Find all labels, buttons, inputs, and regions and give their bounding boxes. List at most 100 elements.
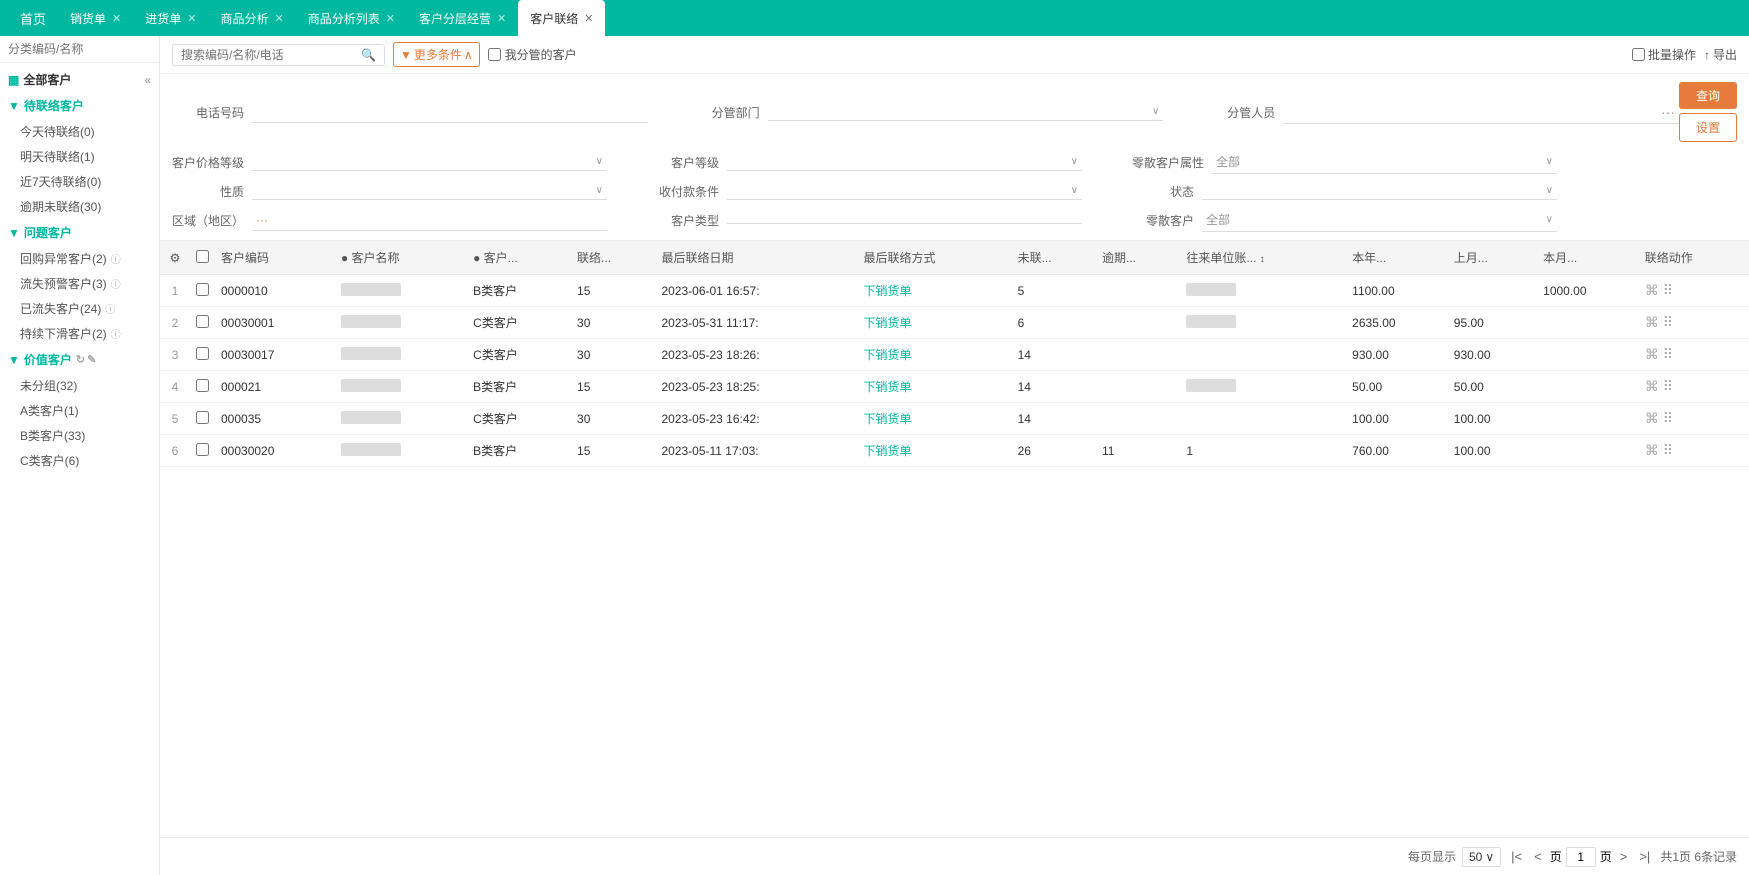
prev-page-button[interactable]: < [1530, 847, 1546, 866]
cust-grade-select[interactable]: ∨ [727, 153, 1082, 171]
phone-input[interactable] [252, 102, 648, 123]
row-checkbox-cell [190, 403, 215, 435]
sidebar-item-7days[interactable]: 近7天待联络(0) [0, 169, 159, 194]
row-last-method-link[interactable]: 下销货单 [863, 412, 911, 426]
my-customers-checkbox[interactable] [488, 48, 501, 61]
row-contact-icon[interactable]: ⌘ [1645, 282, 1659, 299]
row-more-icon[interactable]: ⠿ [1663, 378, 1673, 395]
nav-home[interactable]: 首页 [8, 0, 58, 36]
row-contact-icon[interactable]: ⌘ [1645, 314, 1659, 331]
sidebar-group-problem[interactable]: ▼ 问题客户 [0, 219, 159, 246]
row-checkbox[interactable] [196, 315, 209, 328]
search-icon[interactable]: 🔍 [361, 48, 376, 62]
row-overdue [1096, 371, 1180, 403]
row-checkbox[interactable] [196, 347, 209, 360]
close-tab-3-icon[interactable]: ✕ [386, 12, 395, 25]
sidebar-search-box: 🔍 [0, 36, 159, 63]
row-more-icon[interactable]: ⠿ [1663, 346, 1673, 363]
sidebar-item-declining[interactable]: 持续下滑客户(2) ⓘ [0, 321, 159, 346]
nav-tab-5[interactable]: 客户联络 ✕ [518, 0, 605, 36]
row-contact-icon[interactable]: ⌘ [1645, 346, 1659, 363]
row-more-icon[interactable]: ⠿ [1663, 410, 1673, 427]
sidebar-item-b-class[interactable]: B类客户(33) [0, 423, 159, 448]
nav-tab-0[interactable]: 销货单 ✕ [58, 0, 133, 36]
sidebar-item-ungrouped[interactable]: 未分组(32) [0, 373, 159, 398]
row-name [335, 275, 467, 307]
status-select[interactable]: ∨ [1202, 182, 1557, 200]
batch-checkbox[interactable] [1632, 48, 1645, 61]
sidebar-item-tomorrow[interactable]: 明天待联络(1) [0, 144, 159, 169]
sidebar-group-pending[interactable]: ▼ 待联络客户 [0, 92, 159, 119]
cust-type-select[interactable] [727, 217, 1082, 224]
row-more-icon[interactable]: ⠿ [1663, 282, 1673, 299]
sidebar-item-overdue[interactable]: 逾期未联络(30) [0, 194, 159, 219]
row-checkbox-cell [190, 435, 215, 467]
row-account [1180, 307, 1346, 339]
row-checkbox[interactable] [196, 411, 209, 424]
row-checkbox[interactable] [196, 283, 209, 296]
price-grade-label: 客户价格等级 [172, 154, 252, 171]
select-all-checkbox[interactable] [196, 250, 209, 263]
row-more-icon[interactable]: ⠿ [1663, 314, 1673, 331]
col-settings-icon[interactable]: ⚙ [160, 241, 190, 275]
retail-select[interactable]: 全部 ∨ [1202, 208, 1557, 232]
sidebar-item-churn-warning[interactable]: 流失预警客户(3) ⓘ [0, 271, 159, 296]
edit-icon[interactable]: ✎ [87, 353, 96, 366]
row-last-method-link[interactable]: 下销货单 [863, 380, 911, 394]
sidebar-item-churned[interactable]: 已流失客户(24) ⓘ [0, 296, 159, 321]
close-tab-2-icon[interactable]: ✕ [275, 12, 284, 25]
last-page-button[interactable]: >| [1635, 847, 1654, 866]
sidebar-all-customers-header[interactable]: ▦ 全部客户 « [0, 63, 159, 92]
nature-select[interactable]: ∨ [252, 182, 607, 200]
close-tab-1-icon[interactable]: ✕ [187, 12, 196, 25]
per-page-select[interactable]: 50 ∨ [1462, 847, 1501, 867]
refresh-icon[interactable]: ↻ [76, 353, 85, 366]
retail-attr-select[interactable]: 全部 ∨ [1212, 150, 1557, 174]
batch-ops-button[interactable]: 批量操作 [1632, 46, 1696, 63]
search-input[interactable] [181, 48, 361, 62]
nav-tab-1[interactable]: 进货单 ✕ [133, 0, 208, 36]
row-more-icon[interactable]: ⠿ [1663, 442, 1673, 459]
row-last-method-link[interactable]: 下销货单 [863, 284, 911, 298]
cust-type-label: 客户类型 [647, 212, 727, 229]
next-page-button[interactable]: > [1616, 847, 1632, 866]
query-button[interactable]: 查询 [1679, 82, 1737, 109]
close-tab-4-icon[interactable]: ✕ [497, 12, 506, 25]
row-this-month [1537, 435, 1639, 467]
nav-tab-4[interactable]: 客户分层经营 ✕ [407, 0, 518, 36]
nav-tab-2[interactable]: 商品分析 ✕ [208, 0, 295, 36]
sidebar-item-a-class[interactable]: A类客户(1) [0, 398, 159, 423]
sidebar-collapse-icon[interactable]: « [144, 73, 151, 87]
manager-dots-icon[interactable]: ··· [1661, 104, 1675, 120]
sidebar-item-today[interactable]: 今天待联络(0) [0, 119, 159, 144]
sidebar-item-repurchase-anomaly[interactable]: 回购异常客户(2) ⓘ [0, 246, 159, 271]
more-conditions-button[interactable]: ▼ 更多条件 ∧ [393, 42, 480, 67]
row-last-method-link[interactable]: 下销货单 [863, 348, 911, 362]
sidebar-search-input[interactable] [8, 42, 160, 56]
dept-label: 分管部门 [688, 104, 768, 121]
export-button[interactable]: ↑ 导出 [1704, 46, 1737, 63]
row-last-method-link[interactable]: 下销货单 [863, 316, 911, 330]
dept-select[interactable]: ∨ [768, 103, 1164, 121]
row-checkbox[interactable] [196, 379, 209, 392]
reset-button[interactable]: 设置 [1679, 113, 1737, 142]
price-grade-select[interactable]: ∨ [252, 153, 607, 171]
sidebar-item-c-class[interactable]: C类客户(6) [0, 448, 159, 473]
close-tab-5-icon[interactable]: ✕ [584, 12, 593, 25]
row-type: B类客户 [467, 275, 571, 307]
nav-tab-3[interactable]: 商品分析列表 ✕ [296, 0, 407, 36]
row-last-method-link[interactable]: 下销货单 [863, 444, 911, 458]
sidebar-group-value[interactable]: ▼ 价值客户 ↻ ✎ [0, 346, 159, 373]
close-tab-0-icon[interactable]: ✕ [112, 12, 121, 25]
row-contact-icon[interactable]: ⌘ [1645, 378, 1659, 395]
pagination-bar: 每页显示 50 ∨ |< < 页 页 > >| 共1页 6条记录 [160, 837, 1749, 875]
filter-cust-type: 客户类型 [647, 212, 1082, 229]
row-num: 6 [160, 435, 190, 467]
row-contact-icon[interactable]: ⌘ [1645, 410, 1659, 427]
row-checkbox[interactable] [196, 443, 209, 456]
payment-select[interactable]: ∨ [727, 182, 1082, 200]
row-type: B类客户 [467, 435, 571, 467]
first-page-button[interactable]: |< [1507, 847, 1526, 866]
page-input[interactable] [1566, 847, 1596, 867]
row-contact-icon[interactable]: ⌘ [1645, 442, 1659, 459]
